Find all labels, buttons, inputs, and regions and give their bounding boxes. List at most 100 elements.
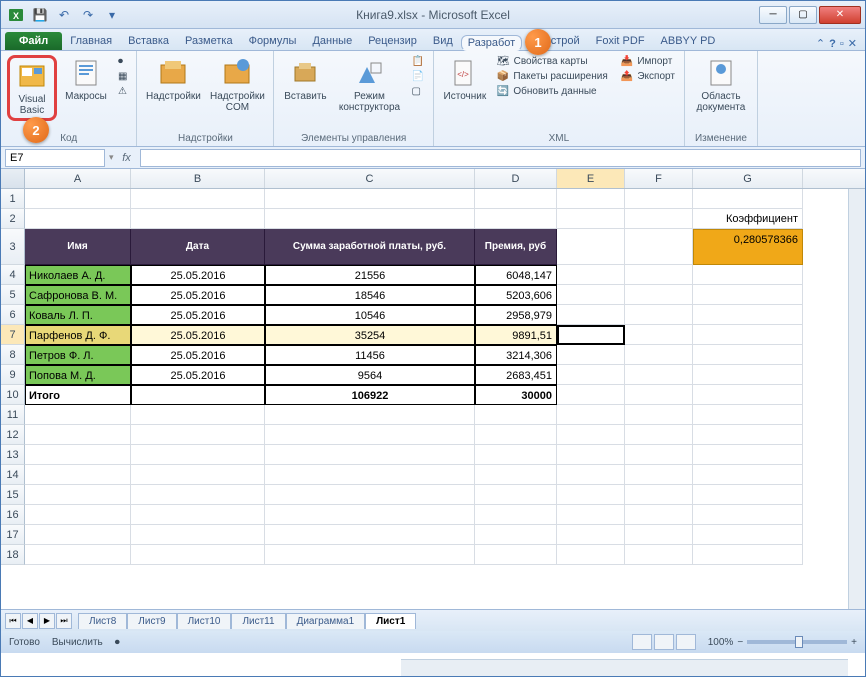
cell[interactable]	[131, 405, 265, 425]
map-properties-button[interactable]: 🗺Свойства карты	[494, 55, 614, 68]
cell[interactable]	[265, 189, 475, 209]
cell[interactable]	[625, 425, 693, 445]
cell[interactable]	[557, 345, 625, 365]
normal-view-button[interactable]	[632, 634, 652, 650]
zoom-level[interactable]: 100%	[708, 637, 734, 648]
sheet-tab[interactable]: Лист1	[365, 613, 416, 629]
cell[interactable]	[625, 465, 693, 485]
sheet-last-button[interactable]: ⏭	[56, 613, 72, 629]
cell[interactable]: 10546	[265, 305, 475, 325]
row-header[interactable]: 16	[1, 505, 25, 525]
cell[interactable]: 25.05.2016	[131, 265, 265, 285]
addins-button[interactable]: Надстройки	[143, 55, 203, 104]
window-close-icon[interactable]: ✕	[848, 37, 857, 50]
cell[interactable]	[625, 305, 693, 325]
cell[interactable]: 21556	[265, 265, 475, 285]
cell[interactable]	[25, 485, 131, 505]
row-header[interactable]: 18	[1, 545, 25, 565]
cell[interactable]	[475, 525, 557, 545]
run-dialog-button[interactable]: ▢	[408, 85, 426, 98]
select-all-corner[interactable]	[1, 169, 25, 188]
zoom-slider[interactable]	[747, 640, 847, 644]
visual-basic-button[interactable]: Visual Basic	[7, 55, 57, 121]
sheet-tab[interactable]: Лист8	[78, 613, 127, 629]
cell[interactable]	[557, 285, 625, 305]
cell[interactable]	[693, 265, 803, 285]
col-header-f[interactable]: F	[625, 169, 693, 188]
cell[interactable]	[131, 425, 265, 445]
cell[interactable]	[475, 425, 557, 445]
cell[interactable]	[475, 465, 557, 485]
cell[interactable]	[625, 405, 693, 425]
cell[interactable]	[625, 525, 693, 545]
view-code-button[interactable]: 📄	[408, 70, 426, 83]
horizontal-scrollbar[interactable]	[401, 659, 848, 676]
cell[interactable]: Попова М. Д.	[25, 365, 131, 385]
minimize-button[interactable]: ─	[759, 6, 787, 24]
row-header[interactable]: 11	[1, 405, 25, 425]
excel-icon[interactable]: X	[5, 5, 27, 25]
cell[interactable]: Коваль Л. П.	[25, 305, 131, 325]
cell[interactable]	[557, 505, 625, 525]
relative-refs-button[interactable]: ▦	[115, 70, 130, 83]
row-header[interactable]: 17	[1, 525, 25, 545]
cell[interactable]	[693, 405, 803, 425]
cell[interactable]	[557, 325, 625, 345]
cell[interactable]: Николаев А. Д.	[25, 265, 131, 285]
cell[interactable]	[693, 445, 803, 465]
sheet-first-button[interactable]: ⏮	[5, 613, 21, 629]
zoom-out-button[interactable]: −	[737, 637, 743, 648]
cell[interactable]	[25, 405, 131, 425]
cell[interactable]	[265, 545, 475, 565]
window-restore-icon[interactable]: ▫	[840, 38, 844, 50]
row-header[interactable]: 13	[1, 445, 25, 465]
import-button[interactable]: 📥Импорт	[618, 55, 678, 68]
cell[interactable]	[557, 265, 625, 285]
tab-home[interactable]: Главная	[62, 32, 120, 50]
cell[interactable]	[265, 445, 475, 465]
tab-abbyy[interactable]: ABBYY PD	[653, 32, 724, 50]
cell[interactable]	[475, 445, 557, 465]
vertical-scrollbar[interactable]	[848, 189, 865, 609]
cell[interactable]	[265, 425, 475, 445]
cell[interactable]	[557, 525, 625, 545]
cell[interactable]	[265, 525, 475, 545]
cell[interactable]: 2683,451	[475, 365, 557, 385]
fx-button[interactable]: fx	[118, 149, 136, 167]
cell[interactable]	[625, 365, 693, 385]
cell[interactable]: 6048,147	[475, 265, 557, 285]
cell[interactable]	[693, 485, 803, 505]
cell[interactable]	[265, 505, 475, 525]
cell[interactable]	[25, 465, 131, 485]
tab-file[interactable]: Файл	[5, 32, 62, 50]
cell[interactable]	[557, 425, 625, 445]
document-panel-button[interactable]: Область документа	[691, 55, 751, 115]
cell[interactable]	[25, 445, 131, 465]
cell[interactable]: Петров Ф. Л.	[25, 345, 131, 365]
cell[interactable]	[131, 385, 265, 405]
cell[interactable]	[25, 525, 131, 545]
cell[interactable]	[557, 305, 625, 325]
cell[interactable]	[625, 505, 693, 525]
cell[interactable]	[475, 405, 557, 425]
minimize-ribbon-icon[interactable]: ⌃	[816, 37, 825, 50]
cell[interactable]	[625, 485, 693, 505]
cell[interactable]: 25.05.2016	[131, 365, 265, 385]
cell[interactable]	[693, 345, 803, 365]
com-addins-button[interactable]: Надстройки COM	[207, 55, 267, 115]
tab-layout[interactable]: Разметка	[177, 32, 241, 50]
cell[interactable]	[557, 365, 625, 385]
row-header[interactable]: 5	[1, 285, 25, 305]
cell[interactable]	[265, 405, 475, 425]
row-header[interactable]: 9	[1, 365, 25, 385]
cell[interactable]	[25, 505, 131, 525]
row-header[interactable]: 7	[1, 325, 25, 345]
row-header[interactable]: 12	[1, 425, 25, 445]
tab-foxit[interactable]: Foxit PDF	[588, 32, 653, 50]
macro-record-icon[interactable]: ⏺	[115, 637, 120, 648]
row-header[interactable]: 8	[1, 345, 25, 365]
cell[interactable]	[475, 485, 557, 505]
cell[interactable]	[25, 189, 131, 209]
row-header[interactable]: 15	[1, 485, 25, 505]
cell[interactable]	[625, 325, 693, 345]
